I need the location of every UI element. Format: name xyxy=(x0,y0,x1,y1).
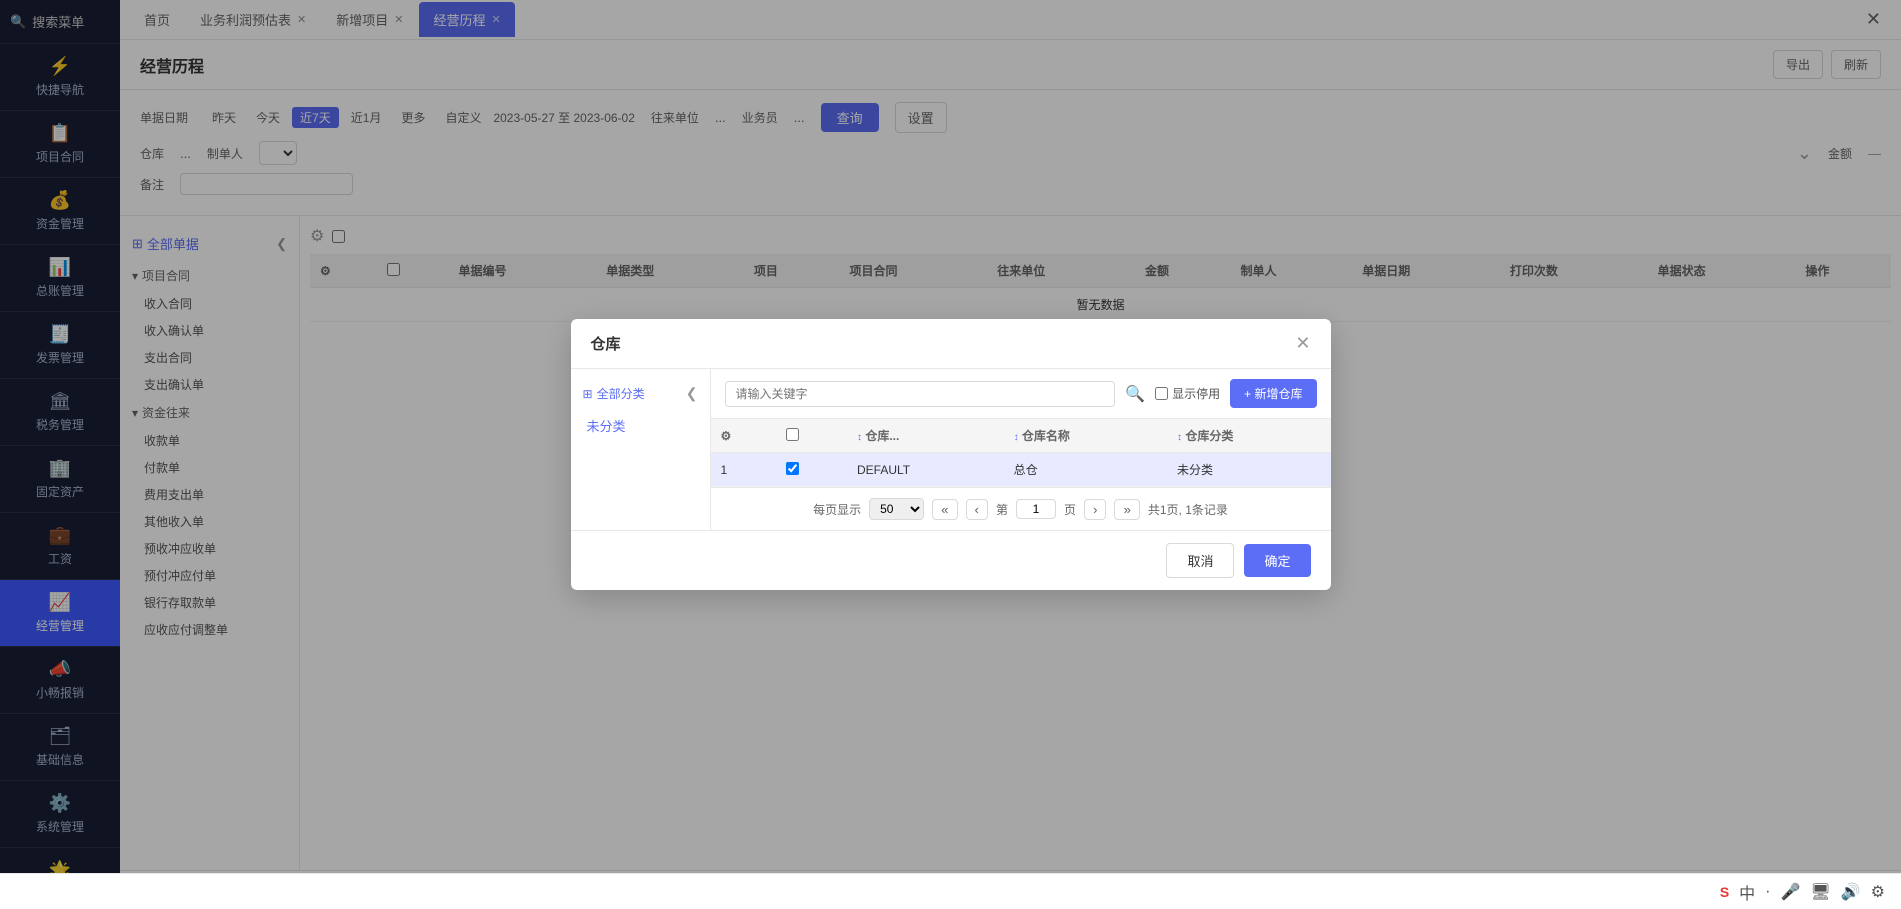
row-select-checkbox[interactable] xyxy=(786,462,799,475)
row-code: DEFAULT xyxy=(847,453,1004,487)
row-category: 未分类 xyxy=(1167,453,1330,487)
row-checkbox xyxy=(776,453,847,487)
modal-search-input[interactable] xyxy=(725,381,1116,407)
modal-pagination: 每页显示 50 100 « ‹ 第 页 › » 共1页, 1条记录 xyxy=(711,487,1331,530)
modal-per-page-select[interactable]: 50 100 xyxy=(869,498,924,520)
modal-per-page-label: 每页显示 xyxy=(813,501,861,518)
modal-total-label: 共1页, 1条记录 xyxy=(1148,501,1228,518)
modal-close-button[interactable]: ✕ xyxy=(1295,333,1310,354)
sys-logo: S xyxy=(1720,884,1729,900)
modal-col-category: ↕ 仓库分类 xyxy=(1167,419,1330,453)
modal-left-unclassified[interactable]: 未分类 xyxy=(571,408,710,443)
modal-header: 仓库 ✕ xyxy=(571,319,1331,369)
modal-col-name: ↕ 仓库名称 xyxy=(1004,419,1167,453)
sys-icon-1[interactable]: 中 xyxy=(1739,880,1755,904)
sys-icon-5[interactable]: ⚙ xyxy=(1871,882,1885,902)
modal-body: ⊞ 全部分类 ❮ 未分类 🔍 显示停用 + 新增仓库 xyxy=(571,369,1331,530)
modal-col-code: ↕ 仓库... xyxy=(847,419,1004,453)
row-name: 总仓 xyxy=(1004,453,1167,487)
modal-footer: 取消 确定 xyxy=(571,530,1331,590)
grid-icon-2: ⊞ xyxy=(583,387,593,401)
modal-col-checkbox xyxy=(776,419,847,453)
modal-prev-page-btn[interactable]: ‹ xyxy=(966,499,988,520)
modal-title: 仓库 xyxy=(591,333,621,354)
sys-icon-4[interactable]: 🔊 xyxy=(1841,882,1861,902)
modal-collapse-btn[interactable]: ❮ xyxy=(686,385,698,402)
sys-icon-2[interactable]: · xyxy=(1765,883,1770,901)
modal-col-gear: ⚙ xyxy=(711,419,777,453)
warehouse-modal: 仓库 ✕ ⊞ 全部分类 ❮ 未分类 🔍 xyxy=(571,319,1331,590)
modal-confirm-button[interactable]: 确定 xyxy=(1244,544,1310,577)
modal-cancel-button[interactable]: 取消 xyxy=(1166,543,1234,578)
modal-header-checkbox[interactable] xyxy=(786,428,799,441)
modal-page-label: 页 xyxy=(1064,501,1076,518)
add-warehouse-button[interactable]: + 新增仓库 xyxy=(1230,379,1316,408)
modal-table: ⚙ ↕ 仓库... ↕ 仓库名称 ↕ 仓库分类 1 DEFA xyxy=(711,419,1331,487)
sys-mic-icon[interactable]: 🎤 xyxy=(1781,882,1801,902)
modal-next-page-btn[interactable]: › xyxy=(1084,499,1106,520)
modal-last-page-btn[interactable]: » xyxy=(1114,499,1139,520)
modal-overlay: 仓库 ✕ ⊞ 全部分类 ❮ 未分类 🔍 xyxy=(0,0,1901,909)
modal-page-word: 第 xyxy=(996,501,1008,518)
modal-toolbar: 🔍 显示停用 + 新增仓库 xyxy=(711,369,1331,419)
modal-left-header: ⊞ 全部分类 ❮ xyxy=(571,379,710,408)
row-index: 1 xyxy=(711,453,777,487)
modal-search-button[interactable]: 🔍 xyxy=(1125,384,1145,404)
show-disabled-checkbox-label[interactable]: 显示停用 xyxy=(1155,385,1220,402)
sys-taskbar: S 中 · 🎤 🖥 🔊 ⚙ xyxy=(0,873,1901,909)
show-disabled-checkbox[interactable] xyxy=(1155,387,1168,400)
modal-left-panel: ⊞ 全部分类 ❮ 未分类 xyxy=(571,369,711,530)
modal-table-row[interactable]: 1 DEFAULT 总仓 未分类 xyxy=(711,453,1331,487)
modal-right-panel: 🔍 显示停用 + 新增仓库 ⚙ ↕ 仓库... xyxy=(711,369,1331,530)
modal-first-page-btn[interactable]: « xyxy=(932,499,957,520)
sys-icon-3[interactable]: 🖥 xyxy=(1810,882,1830,902)
modal-table-area: ⚙ ↕ 仓库... ↕ 仓库名称 ↕ 仓库分类 1 DEFA xyxy=(711,419,1331,487)
modal-page-input[interactable] xyxy=(1016,499,1056,519)
modal-left-title: ⊞ 全部分类 xyxy=(583,385,645,402)
